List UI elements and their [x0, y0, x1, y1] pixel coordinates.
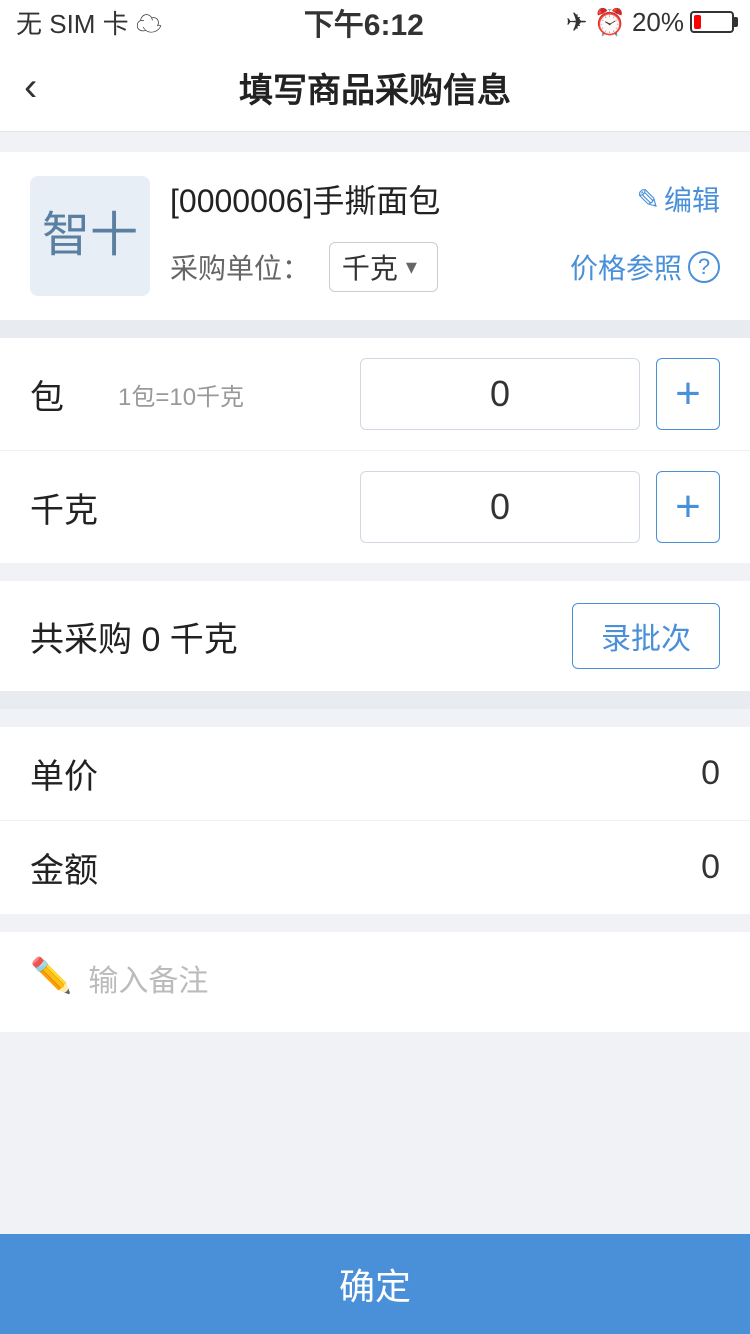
unit-select[interactable]: 千克 — [329, 242, 438, 292]
status-time: 下午6:12 — [304, 0, 424, 44]
product-logo: 智十 — [42, 212, 138, 260]
edit-icon: ✎ — [637, 183, 660, 216]
kg-label: 千克 — [30, 483, 110, 532]
product-image: 智十 — [30, 176, 150, 296]
summary-label: 共采购 0 千克 — [30, 612, 238, 661]
bag-sublabel: 1包=10千克 — [118, 377, 244, 412]
unit-label: 采购单位： — [170, 253, 310, 284]
bag-number-input[interactable]: 0 — [360, 358, 640, 430]
notes-section[interactable]: ✏️ 输入备注 — [0, 932, 750, 1032]
battery-icon — [690, 11, 734, 33]
kg-input-row: 千克 0 + — [0, 451, 750, 563]
back-button[interactable]: ‹ — [24, 65, 37, 110]
status-bar: 无 SIM 卡 ☁ 下午6:12 ✈ ⏰ 20% — [0, 0, 750, 44]
nav-icon: ✈ — [566, 7, 588, 38]
bag-plus-button[interactable]: + — [656, 358, 720, 430]
summary-section: 共采购 0 千克 录批次 — [0, 581, 750, 691]
product-info: [0000006]手撕面包 ✎ 编辑 采购单位： 千克 价格参照 ? — [170, 176, 720, 292]
notes-placeholder: 输入备注 — [88, 956, 208, 1000]
amount-value: 0 — [701, 848, 720, 887]
nav-bar: ‹ 填写商品采购信息 — [0, 44, 750, 132]
edit-button[interactable]: ✎ 编辑 — [637, 179, 720, 219]
amount-row: 金额 0 — [0, 821, 750, 914]
confirm-button-wrap: 确定 — [0, 1234, 750, 1334]
summary-row: 共采购 0 千克 录批次 — [0, 581, 750, 691]
status-left: 无 SIM 卡 ☁ — [16, 4, 162, 41]
price-reference-button[interactable]: 价格参照 ? — [570, 247, 720, 287]
kg-number-input[interactable]: 0 — [360, 471, 640, 543]
signal-text: 无 SIM 卡 ☁ — [16, 4, 162, 41]
amount-label: 金额 — [30, 843, 98, 892]
alarm-icon: ⏰ — [594, 7, 626, 38]
spacer — [0, 1032, 750, 1232]
unit-price-row: 单价 0 — [0, 727, 750, 821]
status-right: ✈ ⏰ 20% — [566, 7, 734, 38]
divider-2 — [0, 691, 750, 709]
input-section: 包 1包=10千克 0 + 千克 0 + — [0, 338, 750, 563]
batch-button[interactable]: 录批次 — [572, 603, 720, 669]
bag-input-row: 包 1包=10千克 0 + — [0, 338, 750, 451]
confirm-button[interactable]: 确定 — [0, 1258, 750, 1310]
price-section: 单价 0 金额 0 — [0, 727, 750, 914]
product-card: 智十 [0000006]手撕面包 ✎ 编辑 采购单位： 千克 价格参照 — [0, 152, 750, 320]
bag-label: 包 — [30, 370, 110, 419]
page-title: 填写商品采购信息 — [239, 63, 511, 112]
divider-1 — [0, 320, 750, 338]
battery-percent: 20% — [632, 7, 684, 38]
kg-plus-button[interactable]: + — [656, 471, 720, 543]
pencil-icon: ✏️ — [30, 956, 72, 996]
unit-price-value: 0 — [701, 754, 720, 793]
product-name: [0000006]手撕面包 — [170, 176, 440, 222]
help-icon: ? — [688, 251, 720, 283]
unit-price-label: 单价 — [30, 749, 98, 798]
